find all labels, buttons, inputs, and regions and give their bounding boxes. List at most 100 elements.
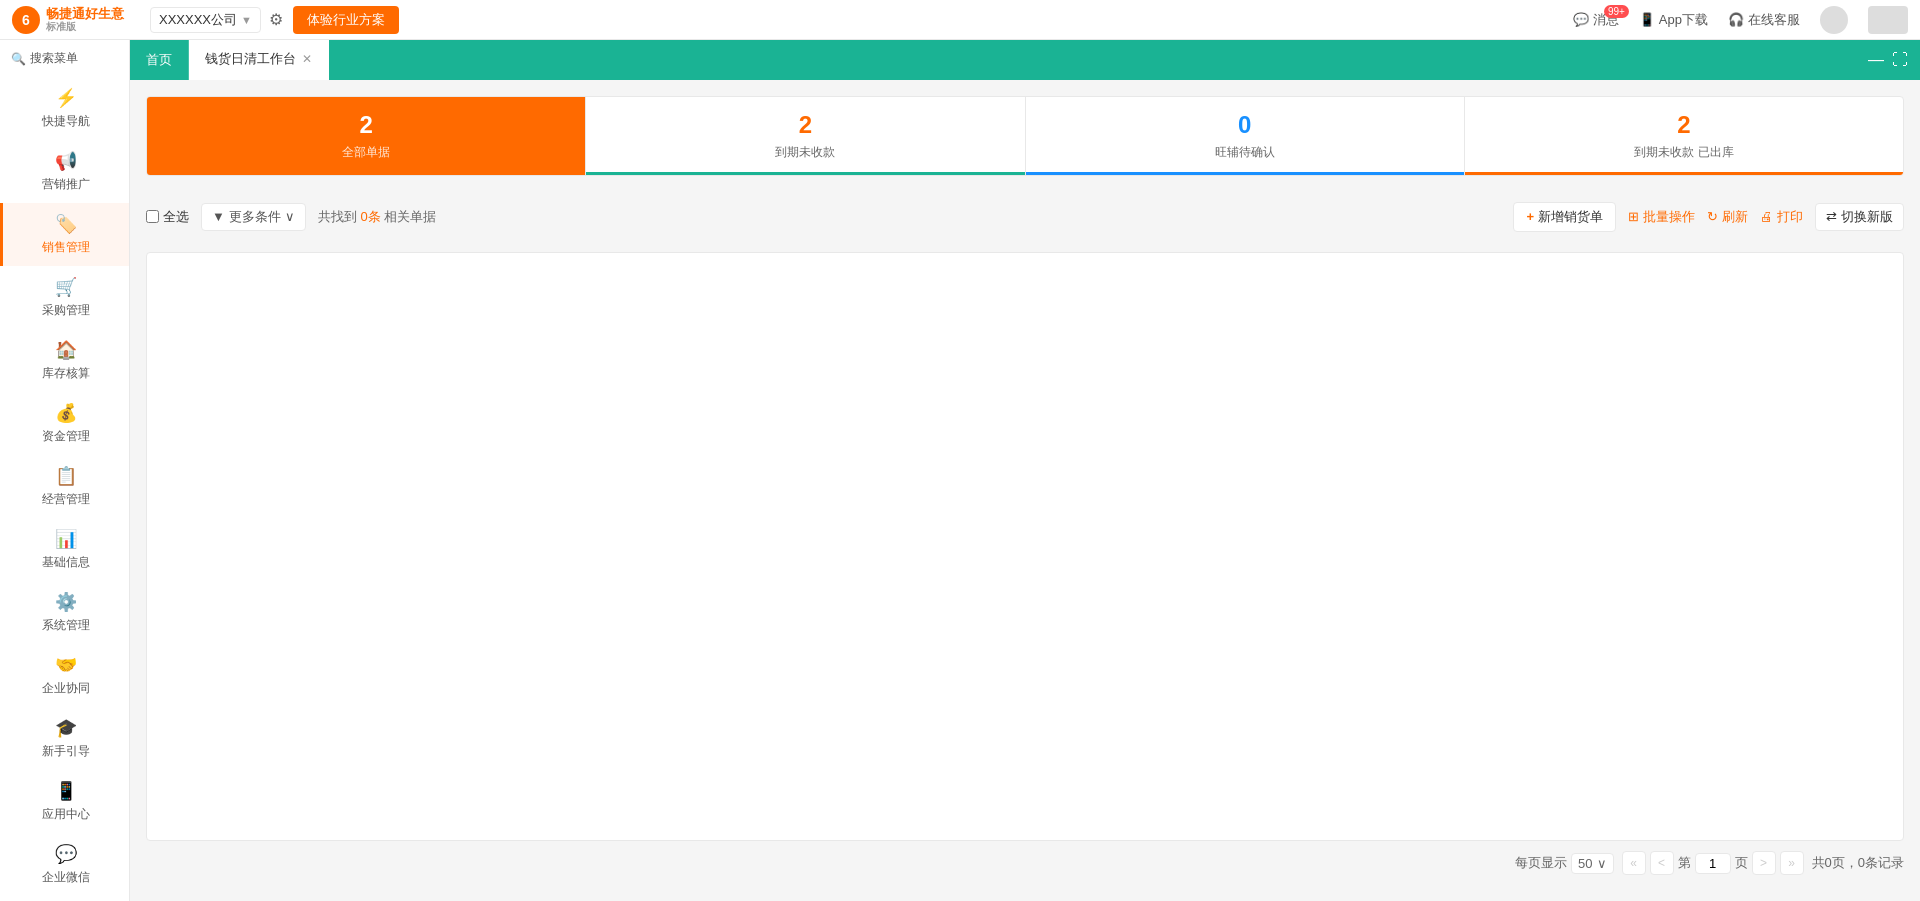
- settings-icon[interactable]: ⚙: [269, 10, 283, 29]
- switch-version-button[interactable]: ⇄ 切换新版: [1815, 203, 1904, 231]
- online-service-item[interactable]: 🎧 在线客服: [1728, 11, 1800, 29]
- sidebar-item-member[interactable]: 👑 畅会员: [0, 896, 129, 901]
- sidebar-item-wechat[interactable]: 💬 企业微信: [0, 833, 129, 896]
- logo-text: 畅捷通好生意 标准版: [46, 6, 124, 34]
- stat-label-all: 全部单据: [167, 144, 565, 161]
- sidebar-item-purchase[interactable]: 🛒 采购管理: [0, 266, 129, 329]
- stat-number-overdue-unshipped: 2: [1485, 111, 1883, 140]
- message-icon: 💬: [1573, 12, 1589, 27]
- avatar[interactable]: [1820, 6, 1848, 34]
- tab-bar: 首页 钱货日清工作台 ✕ — ⛶: [130, 40, 1920, 80]
- sidebar-search[interactable]: 🔍 搜索菜单: [0, 40, 129, 77]
- tab-close-icon[interactable]: ✕: [302, 52, 312, 66]
- more-filters-button[interactable]: ▼ 更多条件 ∨: [201, 203, 306, 231]
- batch-label: 批量操作: [1643, 208, 1695, 226]
- sidebar-label-finance: 资金管理: [42, 428, 90, 445]
- stat-card-all[interactable]: 2 全部单据: [147, 97, 586, 175]
- logo-icon: 6: [12, 6, 40, 34]
- page-size-dropdown[interactable]: 50 ∨: [1571, 853, 1613, 874]
- first-page-button[interactable]: «: [1622, 851, 1646, 875]
- main-content: 首页 钱货日清工作台 ✕ — ⛶ 2 全部单据 2 到期未收款: [130, 40, 1920, 901]
- page-suffix: 页: [1735, 854, 1748, 872]
- purchase-icon: 🛒: [55, 276, 77, 298]
- sidebar-item-marketing[interactable]: 📢 营销推广: [0, 140, 129, 203]
- logo-main: 畅捷通好生意: [46, 6, 124, 22]
- tab-home[interactable]: 首页: [130, 40, 189, 80]
- wechat-icon: 💬: [55, 843, 77, 865]
- print-button[interactable]: 🖨 打印: [1760, 208, 1803, 226]
- toolbar-right: + 新增销货单 ⊞ 批量操作 ↻ 刷新 🖨 打印: [1513, 202, 1904, 232]
- print-icon: 🖨: [1760, 209, 1773, 224]
- sidebar-item-quick-nav[interactable]: ⚡ 快捷导航: [0, 77, 129, 140]
- trial-button[interactable]: 体验行业方案: [293, 6, 399, 34]
- sidebar-label-operation: 经营管理: [42, 491, 90, 508]
- sidebar-label-guide: 新手引导: [42, 743, 90, 760]
- company-selector[interactable]: XXXXXX公司 ▼: [150, 7, 261, 33]
- sidebar-item-guide[interactable]: 🎓 新手引导: [0, 707, 129, 770]
- select-all-checkbox[interactable]: 全选: [146, 208, 189, 226]
- online-service-label: 在线客服: [1748, 11, 1800, 29]
- stat-card-pending-confirm[interactable]: 0 旺辅待确认: [1026, 97, 1465, 175]
- layout: 🔍 搜索菜单 ⚡ 快捷导航 📢 营销推广 🏷️ 销售管理 🛒 采购管理 🏠 库存…: [0, 40, 1920, 901]
- select-all-input[interactable]: [146, 210, 159, 223]
- sidebar-label-app-center: 应用中心: [42, 806, 90, 823]
- tab-workbench[interactable]: 钱货日清工作台 ✕: [189, 40, 329, 80]
- guide-icon: 🎓: [55, 717, 77, 739]
- sidebar-label-quick-nav: 快捷导航: [42, 113, 90, 130]
- pagination: 每页显示 50 ∨ « < 第 页 > » 共0页，0条记录: [146, 841, 1904, 885]
- tab-minimize-icon[interactable]: —: [1868, 51, 1884, 69]
- sidebar-item-finance[interactable]: 💰 资金管理: [0, 392, 129, 455]
- message-item[interactable]: 💬 消息 99+: [1573, 11, 1619, 29]
- new-sales-label: 新增销货单: [1538, 208, 1603, 226]
- found-text: 共找到 0条 相关单据: [318, 208, 436, 226]
- last-page-button[interactable]: »: [1780, 851, 1804, 875]
- stat-label-pending-confirm: 旺辅待确认: [1046, 144, 1444, 161]
- page-number-input[interactable]: [1695, 853, 1731, 874]
- page-size-label: 每页显示: [1515, 854, 1567, 872]
- next-page-button[interactable]: >: [1752, 851, 1776, 875]
- marketing-icon: 📢: [55, 150, 77, 172]
- refresh-button[interactable]: ↻ 刷新: [1707, 208, 1748, 226]
- stat-label-overdue-unpaid: 到期未收款: [606, 144, 1004, 161]
- sidebar-label-system: 系统管理: [42, 617, 90, 634]
- headset-icon: 🎧: [1728, 12, 1744, 27]
- sidebar-item-sales[interactable]: 🏷️ 销售管理: [0, 203, 129, 266]
- print-label: 打印: [1777, 208, 1803, 226]
- sales-icon: 🏷️: [55, 213, 77, 235]
- sidebar-item-system[interactable]: ⚙️ 系统管理: [0, 581, 129, 644]
- prev-page-button[interactable]: <: [1650, 851, 1674, 875]
- stat-label-overdue-unshipped: 到期未收款 已出库: [1485, 144, 1883, 161]
- found-prefix: 共找到: [318, 209, 357, 224]
- app-download-icon: 📱: [1639, 12, 1655, 27]
- sidebar-item-app-center[interactable]: 📱 应用中心: [0, 770, 129, 833]
- switch-icon: ⇄: [1826, 209, 1837, 224]
- company-name: XXXXXX公司: [159, 11, 237, 29]
- stat-number-overdue-unpaid: 2: [606, 111, 1004, 140]
- found-count: 0条: [361, 209, 381, 224]
- sidebar-item-inventory[interactable]: 🏠 库存核算: [0, 329, 129, 392]
- sidebar: 🔍 搜索菜单 ⚡ 快捷导航 📢 营销推广 🏷️ 销售管理 🛒 采购管理 🏠 库存…: [0, 40, 130, 901]
- sidebar-item-base-info[interactable]: 📊 基础信息: [0, 518, 129, 581]
- tab-workbench-label: 钱货日清工作台: [205, 50, 296, 68]
- stat-card-overdue-unpaid[interactable]: 2 到期未收款: [586, 97, 1025, 175]
- enterprise-icon: 🤝: [55, 654, 77, 676]
- sidebar-item-operation[interactable]: 📋 经营管理: [0, 455, 129, 518]
- company-dropdown-arrow: ▼: [241, 14, 252, 26]
- logo-sub: 标准版: [46, 21, 124, 33]
- refresh-icon: ↻: [1707, 209, 1718, 224]
- search-label: 搜索菜单: [30, 50, 78, 67]
- search-icon: 🔍: [11, 52, 26, 66]
- new-sales-button[interactable]: + 新增销货单: [1513, 202, 1616, 232]
- finance-icon: 💰: [55, 402, 77, 424]
- more-filters-label: 更多条件: [229, 208, 281, 226]
- user-name-area[interactable]: [1868, 6, 1908, 34]
- stat-number-pending-confirm: 0: [1046, 111, 1444, 140]
- base-info-icon: 📊: [55, 528, 77, 550]
- tab-maximize-icon[interactable]: ⛶: [1892, 51, 1908, 69]
- sidebar-label-marketing: 营销推广: [42, 176, 90, 193]
- stat-card-overdue-unshipped[interactable]: 2 到期未收款 已出库: [1465, 97, 1903, 175]
- sidebar-label-purchase: 采购管理: [42, 302, 90, 319]
- sidebar-item-enterprise[interactable]: 🤝 企业协同: [0, 644, 129, 707]
- batch-button[interactable]: ⊞ 批量操作: [1628, 208, 1695, 226]
- app-download-item[interactable]: 📱 App下载: [1639, 11, 1708, 29]
